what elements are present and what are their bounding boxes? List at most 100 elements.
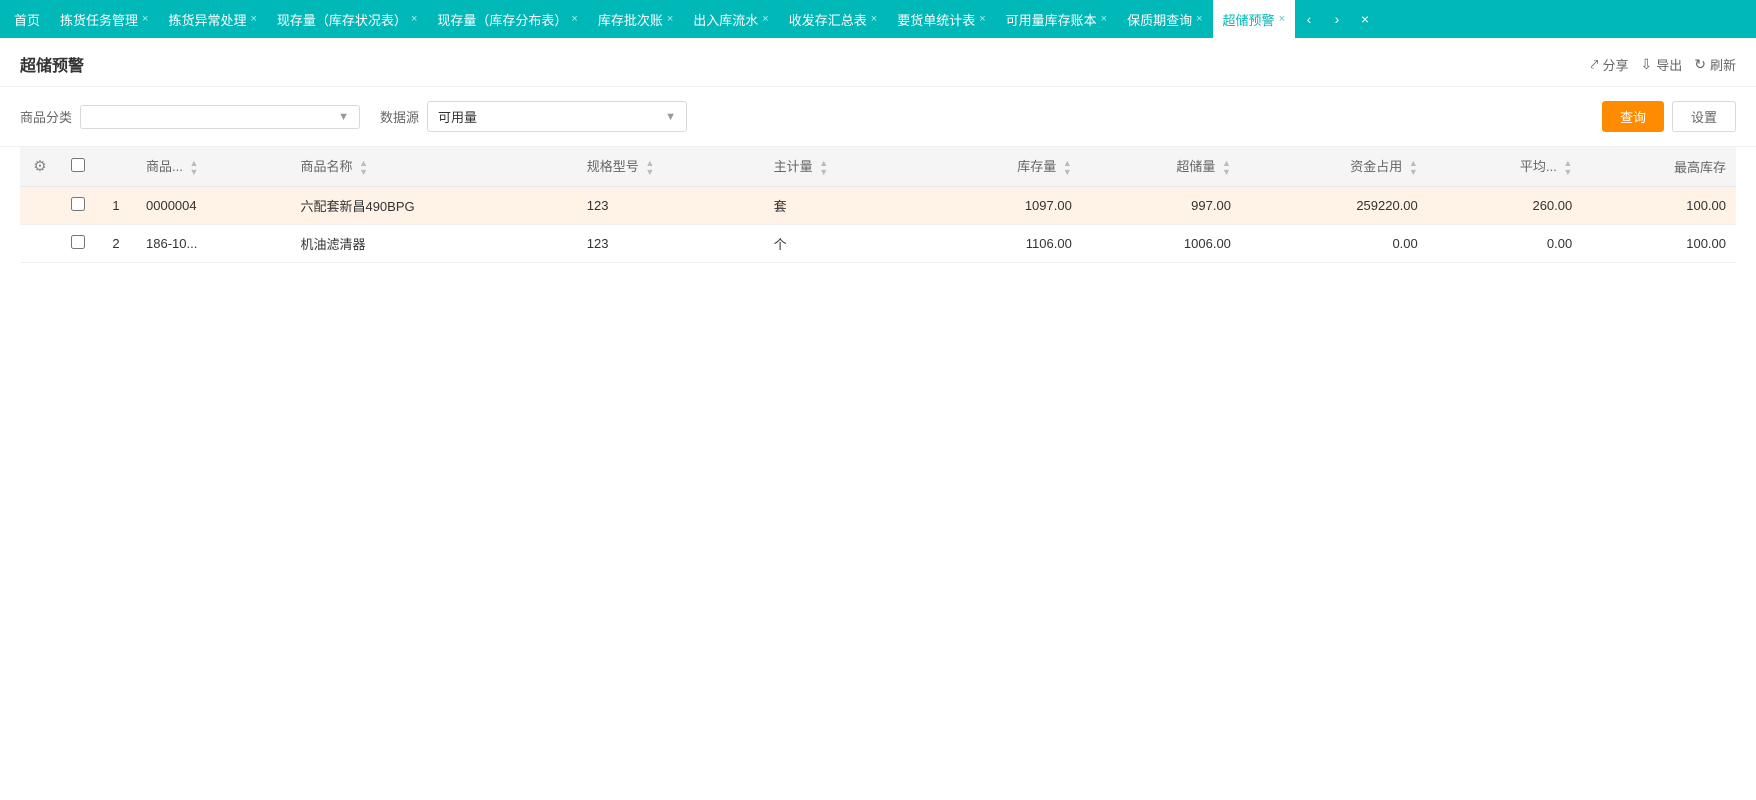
filter-actions: 查询 设置	[1602, 101, 1736, 132]
datasource-select-value: 可用量	[438, 107, 477, 126]
nav-close-10[interactable]: ×	[1196, 13, 1202, 25]
row1-stock: 1097.00	[923, 186, 1082, 224]
nav-bar: 首页 拣货任务管理 × 拣货异常处理 × 现存量（库存状况表） × 现存量（库存…	[0, 0, 1756, 38]
col-maxstock-header[interactable]: 最高库存	[1582, 147, 1736, 186]
nav-item-2[interactable]: 拣货异常处理 ×	[158, 0, 266, 38]
row2-code: 186-10...	[136, 224, 290, 262]
row2-overstock: 1006.00	[1082, 224, 1241, 262]
category-label: 商品分类	[20, 107, 72, 126]
datasource-select[interactable]: 可用量 ▼	[427, 101, 687, 132]
table-container: ⚙ 商品... ▲▼ 商品名称 ▲▼ 规格型号	[0, 147, 1756, 263]
row1-capital: 259220.00	[1241, 186, 1428, 224]
row2-avg: 0.00	[1428, 224, 1582, 262]
row2-capital: 0.00	[1241, 224, 1428, 262]
row1-checkbox-cell	[60, 186, 96, 224]
nav-close-7[interactable]: ×	[871, 13, 877, 25]
sort-unit-icon: ▲▼	[819, 159, 828, 177]
setting-button[interactable]: 设置	[1672, 101, 1736, 132]
export-icon: ⇩	[1641, 56, 1653, 73]
nav-close-3[interactable]: ×	[411, 13, 417, 25]
row1-index: 1	[96, 186, 136, 224]
nav-close-11[interactable]: ×	[1279, 13, 1285, 25]
nav-item-4[interactable]: 现存量（库存分布表） ×	[427, 0, 587, 38]
nav-item-6[interactable]: 出入库流水 ×	[683, 0, 778, 38]
col-checkbox-header	[60, 147, 96, 186]
datasource-filter-group: 数据源 可用量 ▼	[380, 101, 687, 132]
sort-stock-icon: ▲▼	[1063, 159, 1072, 177]
sort-spec-icon: ▲▼	[645, 159, 654, 177]
nav-item-9[interactable]: 可用量库存账本 ×	[996, 0, 1117, 38]
refresh-button[interactable]: ↻ 刷新	[1694, 55, 1736, 74]
nav-close-6[interactable]: ×	[762, 13, 768, 25]
nav-item-10[interactable]: 保质期查询 ×	[1117, 0, 1212, 38]
row1-checkbox[interactable]	[71, 197, 85, 211]
refresh-icon: ↻	[1694, 56, 1706, 73]
category-select[interactable]: ▼	[80, 105, 360, 129]
table-row: 2 186-10... 机油滤清器 123 个 1106.00 1006.00 …	[20, 224, 1736, 262]
page-title: 超储预警	[20, 52, 84, 76]
col-name-header[interactable]: 商品名称 ▲▼	[290, 147, 576, 186]
col-capital-header[interactable]: 资金占用 ▲▼	[1241, 147, 1428, 186]
filter-area: 商品分类 ▼ 数据源 可用量 ▼ 查询 设置	[0, 87, 1756, 147]
gear-icon[interactable]: ⚙	[33, 158, 46, 175]
page-content: 超储预警 ⤤ 分享 ⇩ 导出 ↻ 刷新 商品分类 ▼ 数据源	[0, 38, 1756, 800]
col-overstock-header[interactable]: 超储量 ▲▼	[1082, 147, 1241, 186]
export-button[interactable]: ⇩ 导出	[1641, 55, 1683, 74]
nav-close-4[interactable]: ×	[571, 13, 577, 25]
table-row: 1 0000004 六配套新昌490BPG 123 套 1097.00 997.…	[20, 186, 1736, 224]
row2-spec: 123	[577, 224, 764, 262]
share-button[interactable]: ⤤ 分享	[1591, 55, 1629, 74]
row1-spec: 123	[577, 186, 764, 224]
nav-close-1[interactable]: ×	[142, 13, 148, 25]
row2-maxstock: 100.00	[1582, 224, 1736, 262]
col-stock-header[interactable]: 库存量 ▲▼	[923, 147, 1082, 186]
row2-checkbox[interactable]	[71, 235, 85, 249]
nav-item-7[interactable]: 收发存汇总表 ×	[779, 0, 887, 38]
col-avg-header[interactable]: 平均... ▲▼	[1428, 147, 1582, 186]
sort-capital-icon: ▲▼	[1409, 159, 1418, 177]
category-chevron-icon: ▼	[338, 111, 349, 123]
row2-index: 2	[96, 224, 136, 262]
row2-stock: 1106.00	[923, 224, 1082, 262]
row1-code: 0000004	[136, 186, 290, 224]
sort-name-icon: ▲▼	[359, 159, 368, 177]
nav-item-3[interactable]: 现存量（库存状况表） ×	[267, 0, 427, 38]
nav-item-1[interactable]: 拣货任务管理 ×	[50, 0, 158, 38]
nav-item-11[interactable]: 超储预警 ×	[1213, 0, 1295, 38]
row2-name: 机油滤清器	[290, 224, 576, 262]
datasource-chevron-icon: ▼	[665, 111, 676, 123]
nav-close-5[interactable]: ×	[667, 13, 673, 25]
col-gear-header: ⚙	[20, 147, 60, 186]
row2-unit: 个	[764, 224, 923, 262]
select-all-checkbox[interactable]	[71, 158, 85, 172]
nav-close-9[interactable]: ×	[1101, 13, 1107, 25]
row2-checkbox-cell	[60, 224, 96, 262]
row1-overstock: 997.00	[1082, 186, 1241, 224]
query-button[interactable]: 查询	[1602, 101, 1664, 132]
nav-close-2[interactable]: ×	[250, 13, 256, 25]
page-header: 超储预警 ⤤ 分享 ⇩ 导出 ↻ 刷新	[0, 38, 1756, 87]
sort-code-icon: ▲▼	[189, 159, 198, 177]
nav-more-arrow[interactable]: ×	[1351, 0, 1379, 38]
nav-next-arrow[interactable]: ›	[1323, 0, 1351, 38]
col-code-header[interactable]: 商品... ▲▼	[136, 147, 290, 186]
row1-maxstock: 100.00	[1582, 186, 1736, 224]
table-header-row: ⚙ 商品... ▲▼ 商品名称 ▲▼ 规格型号	[20, 147, 1736, 186]
row2-gear	[20, 224, 60, 262]
row1-avg: 260.00	[1428, 186, 1582, 224]
main-table: ⚙ 商品... ▲▼ 商品名称 ▲▼ 规格型号	[20, 147, 1736, 263]
sort-avg-icon: ▲▼	[1563, 159, 1572, 177]
share-icon: ⤤	[1591, 56, 1599, 73]
row1-gear	[20, 186, 60, 224]
sort-overstock-icon: ▲▼	[1222, 159, 1231, 177]
col-spec-header[interactable]: 规格型号 ▲▼	[577, 147, 764, 186]
nav-close-8[interactable]: ×	[979, 13, 985, 25]
datasource-label: 数据源	[380, 107, 419, 126]
header-actions: ⤤ 分享 ⇩ 导出 ↻ 刷新	[1591, 55, 1736, 74]
col-unit-header[interactable]: 主计量 ▲▼	[764, 147, 923, 186]
nav-item-home[interactable]: 首页	[4, 0, 50, 38]
row1-unit: 套	[764, 186, 923, 224]
nav-prev-arrow[interactable]: ‹	[1295, 0, 1323, 38]
nav-item-5[interactable]: 库存批次账 ×	[588, 0, 683, 38]
nav-item-8[interactable]: 要货单统计表 ×	[887, 0, 995, 38]
